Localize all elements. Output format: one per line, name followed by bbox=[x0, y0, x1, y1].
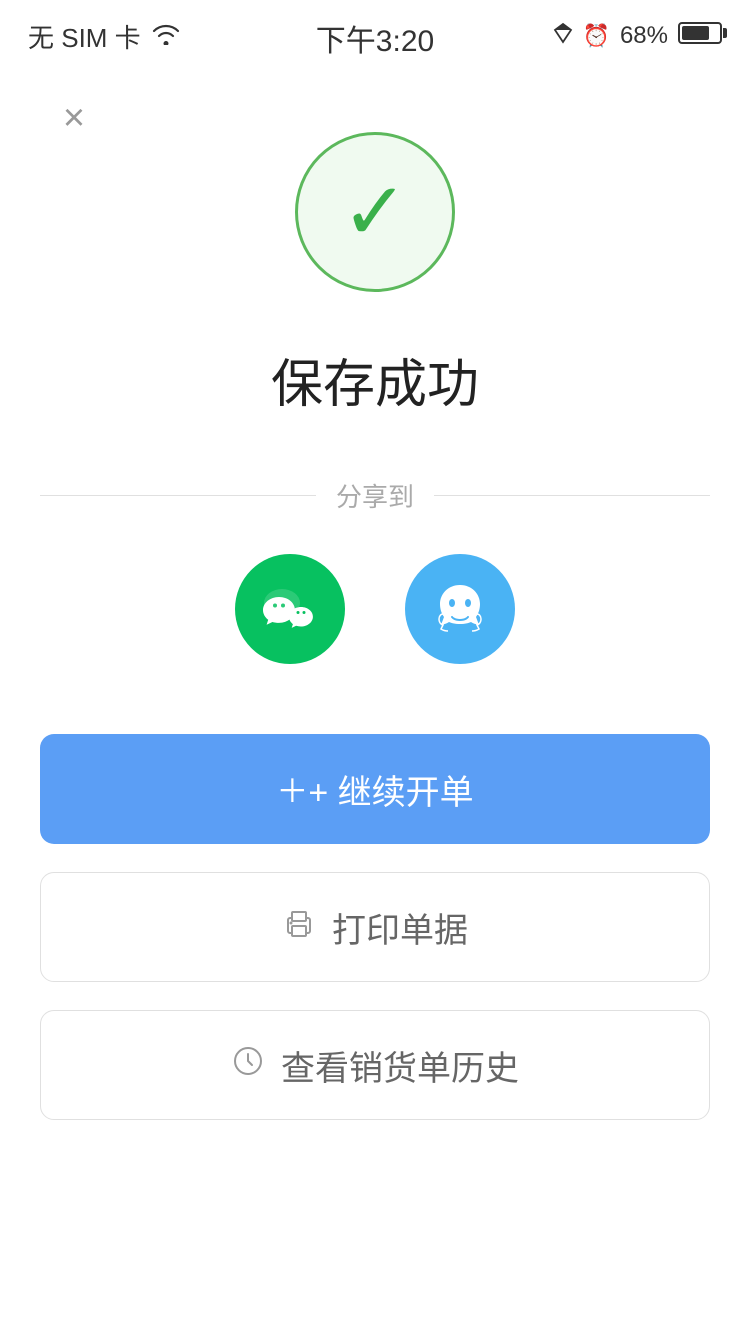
page-content: ✓ 保存成功 分享到 bbox=[0, 72, 750, 1120]
wifi-icon bbox=[151, 21, 181, 52]
location-icon bbox=[553, 22, 573, 51]
print-icon bbox=[282, 906, 316, 948]
status-bar: 无 SIM 卡 下午3:20 ⏰ 68% bbox=[0, 0, 750, 72]
status-right: ⏰ 68% bbox=[553, 22, 722, 51]
alarm-icon: ⏰ bbox=[583, 23, 610, 49]
divider-right bbox=[434, 495, 710, 496]
battery-percent: 68% bbox=[620, 22, 668, 50]
share-divider: 分享到 bbox=[40, 477, 710, 514]
close-icon: × bbox=[63, 99, 85, 137]
share-label: 分享到 bbox=[336, 477, 414, 514]
divider-left bbox=[40, 495, 316, 496]
close-button[interactable]: × bbox=[44, 88, 104, 148]
history-icon bbox=[231, 1044, 265, 1086]
share-wechat-button[interactable] bbox=[235, 554, 345, 664]
checkmark-icon: ✓ bbox=[341, 172, 408, 252]
share-qq-button[interactable] bbox=[405, 554, 515, 664]
success-icon-circle: ✓ bbox=[295, 132, 455, 292]
success-title: 保存成功 bbox=[271, 342, 479, 417]
history-button[interactable]: 查看销货单历史 bbox=[40, 1010, 710, 1120]
time-display: 下午3:20 bbox=[316, 16, 434, 60]
history-label: 查看销货单历史 bbox=[281, 1041, 519, 1090]
qq-icon bbox=[428, 577, 492, 641]
wechat-icon bbox=[258, 577, 322, 641]
battery-icon bbox=[678, 22, 722, 51]
continue-label: + 继续开单 bbox=[308, 765, 473, 814]
carrier-text: 无 SIM 卡 bbox=[28, 18, 141, 55]
print-label: 打印单据 bbox=[332, 903, 468, 952]
status-left: 无 SIM 卡 bbox=[28, 18, 181, 55]
share-icons-row bbox=[235, 554, 515, 664]
print-button[interactable]: 打印单据 bbox=[40, 872, 710, 982]
plus-icon: ＋ bbox=[276, 766, 308, 812]
action-buttons: ＋ + 继续开单 打印单据 查看销货单历 bbox=[40, 734, 710, 1120]
continue-button[interactable]: ＋ + 继续开单 bbox=[40, 734, 710, 844]
